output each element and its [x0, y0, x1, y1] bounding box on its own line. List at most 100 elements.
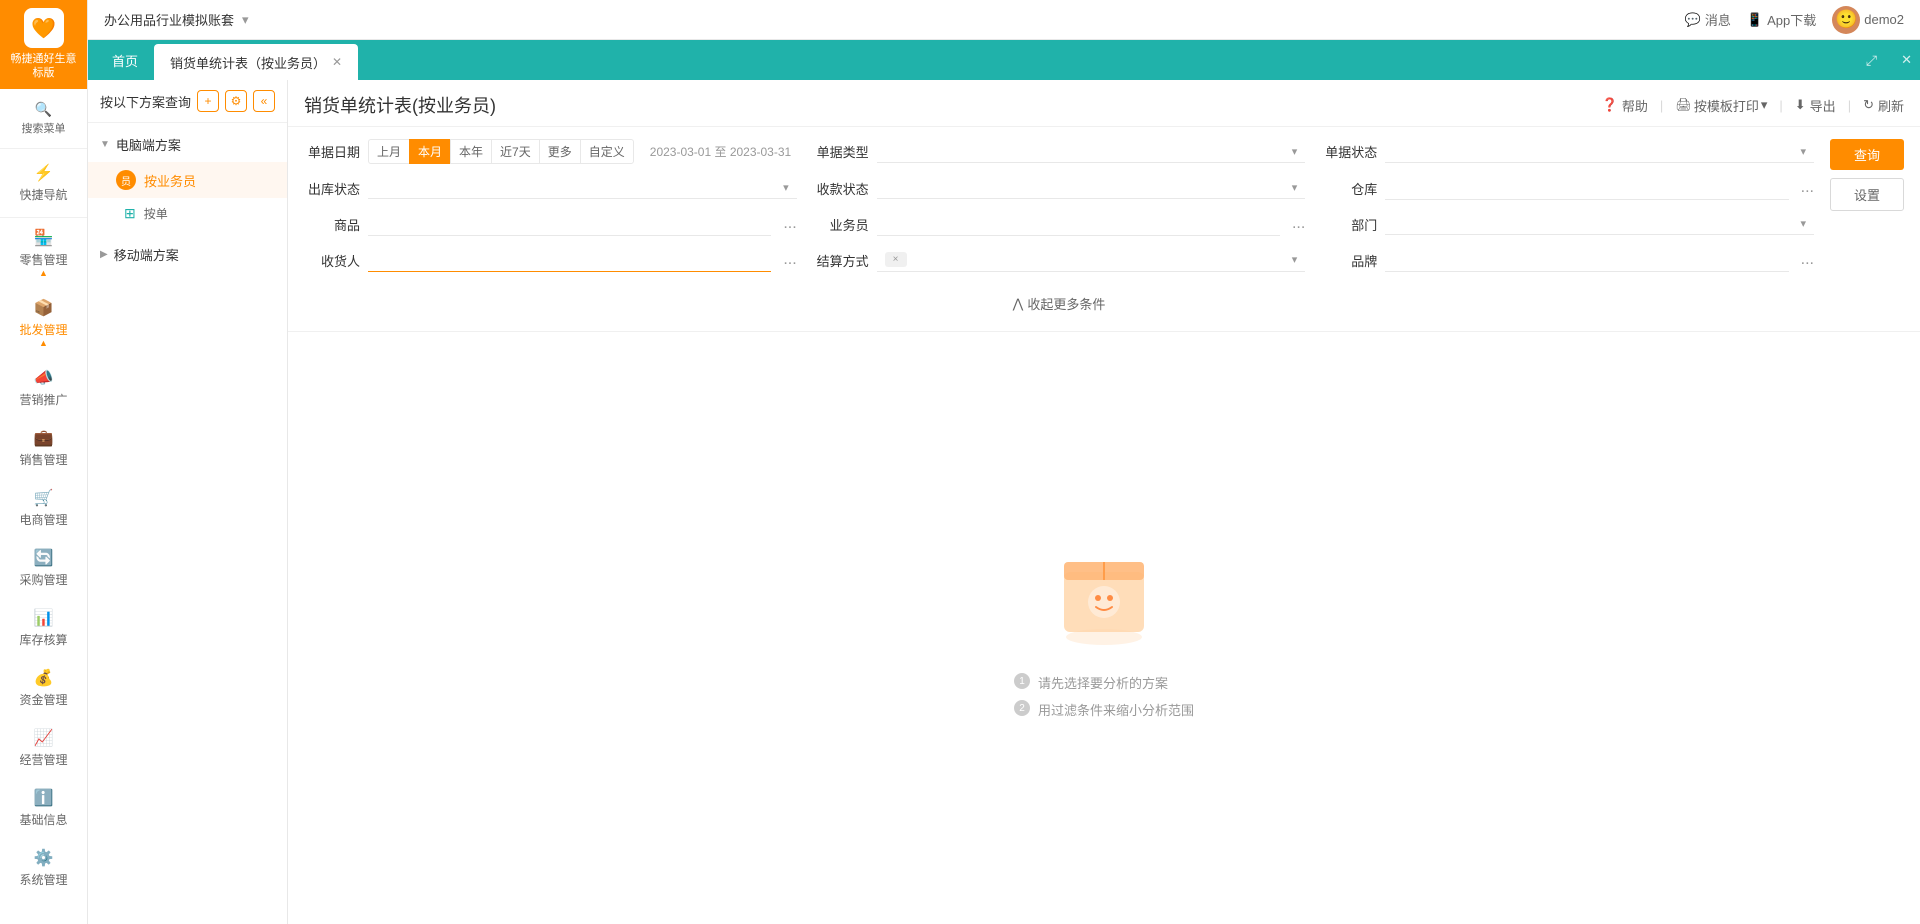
scheme-item-by-salesperson[interactable]: 员 按业务员 [88, 162, 287, 198]
sidebar-item-quicknav[interactable]: ⚡ 快捷导航 [0, 153, 87, 213]
consignee-input[interactable] [368, 248, 771, 272]
desktop-scheme-section: ▼ 电脑端方案 员 按业务员 ⊞ 按单 [88, 123, 287, 233]
scheme-settings-button[interactable]: ⚙ [225, 90, 247, 112]
sidebar-item-retail[interactable]: 🏪 零售管理 ▲ [0, 218, 87, 288]
page-actions: ❓ 帮助 | 🖨 按模板打印 ▾ | ⬇ 导出 | [1602, 96, 1904, 115]
order-status-chevron-icon: ▾ [1800, 145, 1806, 158]
scheme-panel-title: 按以下方案查询 [100, 92, 191, 111]
order-type-select[interactable]: ▾ [877, 141, 1306, 163]
filter-salesperson-item: 业务员 ... [813, 212, 1306, 236]
export-button[interactable]: ⬇ 导出 [1795, 96, 1836, 115]
search-menu-button[interactable]: 🔍 搜索菜单 [14, 97, 74, 140]
empty-illustration [1044, 537, 1164, 657]
filter-department-item: 部门 ▾ [1321, 213, 1814, 235]
date-tab-custom[interactable]: 自定义 [580, 139, 634, 164]
warehouse-input[interactable] [1385, 176, 1788, 200]
settlement-chevron-icon: ▾ [1292, 253, 1298, 266]
topbar-left: 办公用品行业模拟账套 ▾ [104, 10, 249, 29]
warehouse-more-icon[interactable]: ... [1801, 179, 1814, 197]
brand-input[interactable] [1385, 248, 1788, 272]
scheme-icon-salesperson: 员 [116, 170, 136, 190]
scheme-collapse-button[interactable]: « [253, 90, 275, 112]
product-input[interactable] [368, 212, 771, 236]
sidebar-item-basics[interactable]: ℹ️ 基础信息 [0, 778, 87, 838]
page-header: 销货单统计表(按业务员) ❓ 帮助 | 🖨 按模板打印 ▾ | ⬇ [288, 80, 1920, 127]
sidebar-item-inventory[interactable]: 📊 库存核算 [0, 598, 87, 658]
empty-state-icon [1044, 537, 1164, 657]
collapse-up-icon: ⋀ [1013, 296, 1024, 312]
download-icon: 📱 [1747, 12, 1763, 28]
user-avatar-button[interactable]: 🙂 demo2 [1832, 6, 1904, 34]
receipt-status-select[interactable]: ▾ [877, 177, 1306, 199]
tab-close-icon[interactable]: ✕ [332, 55, 342, 69]
department-select[interactable]: ▾ [1385, 213, 1814, 235]
filter-brand-item: 品牌 ... [1321, 248, 1814, 272]
tab-home[interactable]: 首页 [96, 42, 154, 78]
app-download-button[interactable]: 📱 App下载 [1747, 10, 1816, 29]
scheme-item-by-order[interactable]: ⊞ 按单 [88, 198, 287, 229]
empty-state: 1 请先选择要分析的方案 2 用过滤条件来缩小分析范围 [288, 332, 1920, 924]
filter-out-status-item: 出库状态 ▾ [304, 177, 797, 199]
order-status-select[interactable]: ▾ [1385, 141, 1814, 163]
receipt-status-label: 收款状态 [813, 179, 869, 198]
order-type-chevron-icon: ▾ [1292, 145, 1298, 158]
consignee-more-icon[interactable]: ... [783, 251, 796, 269]
tabbar: 首页 销货单统计表（按业务员） ✕ ⤢ ✕ [88, 40, 1920, 80]
help-button[interactable]: ❓ 帮助 [1602, 96, 1648, 115]
filter-settlement-item: 结算方式 × ▾ [813, 248, 1306, 272]
scheme-add-button[interactable]: + [197, 90, 219, 112]
print-icon: 🖨 [1675, 97, 1692, 113]
settlement-select[interactable]: × ▾ [877, 248, 1306, 272]
brand-more-icon[interactable]: ... [1801, 251, 1814, 269]
desktop-scheme-header[interactable]: ▼ 电脑端方案 [88, 127, 287, 162]
out-status-select[interactable]: ▾ [368, 177, 797, 199]
salesperson-input[interactable] [877, 212, 1280, 236]
mobile-scheme-header[interactable]: ▶ 移动端方案 [88, 237, 287, 272]
order-status-label: 单据状态 [1321, 142, 1377, 161]
date-tab-7days[interactable]: 近7天 [491, 139, 539, 164]
sidebar-item-ecommerce[interactable]: 🛒 电商管理 [0, 478, 87, 538]
settlement-tag-close-icon[interactable]: × [893, 254, 899, 265]
settings-button[interactable]: 设置 [1830, 178, 1904, 211]
date-tab-thisyear[interactable]: 本年 [450, 139, 491, 164]
sidebar-item-purchase[interactable]: 🔄 采购管理 [0, 538, 87, 598]
date-tab-lastmonth[interactable]: 上月 [368, 139, 409, 164]
filter-consignee-item: 收货人 ... [304, 248, 797, 272]
date-filter: 上月 本月 本年 近7天 更多 自定义 [368, 139, 634, 164]
filter-order-type-item: 单据类型 ▾ [813, 141, 1306, 163]
salesperson-more-icon[interactable]: ... [1292, 215, 1305, 233]
query-button[interactable]: 查询 [1830, 139, 1904, 170]
mobile-scheme-section: ▶ 移动端方案 [88, 233, 287, 276]
sidebar-item-sales[interactable]: 💼 销售管理 [0, 418, 87, 478]
refresh-button[interactable]: ↻ 刷新 [1863, 96, 1904, 115]
tab-maximize-button[interactable]: ⤢ [1854, 52, 1889, 69]
filter-row-2: 出库状态 ▾ 收款状态 ▾ [304, 176, 1814, 200]
sidebar-search-section: 🔍 搜索菜单 [0, 89, 87, 149]
refresh-icon: ↻ [1863, 97, 1874, 113]
print-button[interactable]: 🖨 按模板打印 ▾ [1675, 96, 1767, 115]
filter-receipt-status-item: 收款状态 ▾ [813, 177, 1306, 199]
sidebar-item-finance[interactable]: 💰 资金管理 [0, 658, 87, 718]
sidebar-item-wholesale[interactable]: 📦 批发管理 ▲ [0, 288, 87, 358]
collapse-button[interactable]: ⋀ 收起更多条件 [1013, 288, 1106, 319]
settlement-label: 结算方式 [813, 251, 869, 270]
step-2-num: 2 [1014, 700, 1030, 716]
tab-sales-stats[interactable]: 销货单统计表（按业务员） ✕ [154, 44, 358, 80]
export-icon: ⬇ [1795, 97, 1806, 113]
filter-area: 单据日期 上月 本月 本年 近7天 更多 自定义 2023-03-01 至 20… [304, 139, 1814, 319]
collapse-row: ⋀ 收起更多条件 [304, 284, 1814, 319]
date-tab-more[interactable]: 更多 [539, 139, 580, 164]
sidebar-item-marketing[interactable]: 📣 营销推广 [0, 358, 87, 418]
filter-row-1: 单据日期 上月 本月 本年 近7天 更多 自定义 2023-03-01 至 20… [304, 139, 1814, 164]
message-icon: 💬 [1685, 12, 1701, 28]
product-more-icon[interactable]: ... [783, 215, 796, 233]
sidebar-item-operations[interactable]: 📈 经营管理 [0, 718, 87, 778]
order-type-label: 单据类型 [813, 142, 869, 161]
topbar-dropdown-icon[interactable]: ▾ [242, 12, 249, 28]
tab-close-window-button[interactable]: ✕ [1893, 52, 1920, 68]
date-tab-thismonth[interactable]: 本月 [409, 139, 450, 164]
sidebar-item-system[interactable]: ⚙️ 系统管理 [0, 838, 87, 898]
app-logo[interactable]: 🧡 畅捷通好生意 标版 [0, 0, 87, 89]
out-status-chevron-icon: ▾ [783, 181, 789, 194]
message-button[interactable]: 💬 消息 [1685, 10, 1731, 29]
